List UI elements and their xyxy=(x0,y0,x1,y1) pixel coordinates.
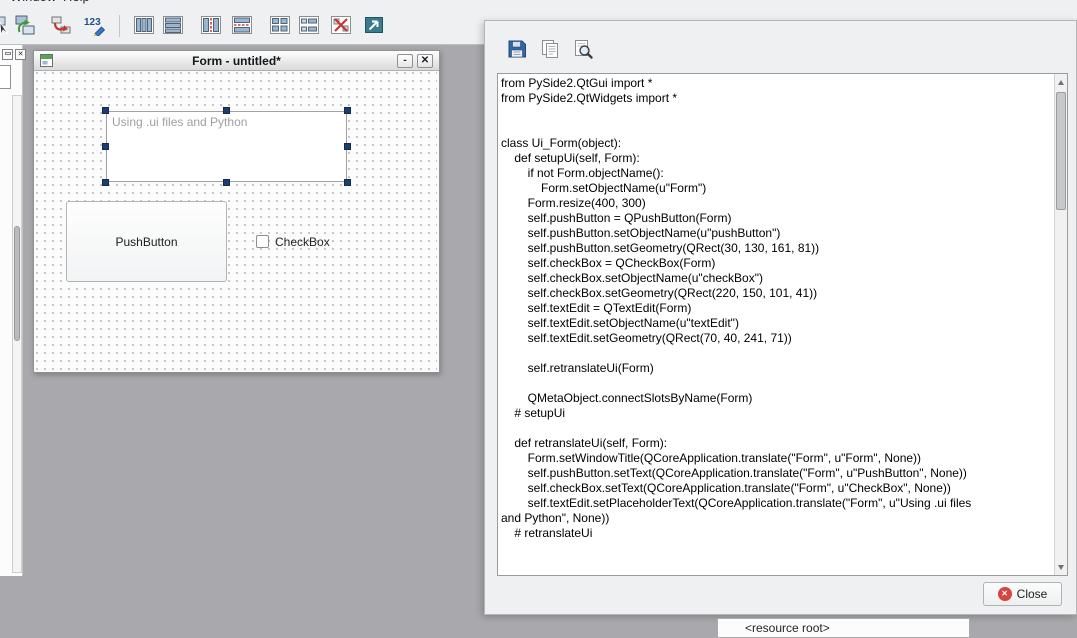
scroll-up-button[interactable] xyxy=(1055,75,1067,89)
widget-box-dock: ✕ xyxy=(0,45,23,576)
layout-vertically-button[interactable] xyxy=(160,12,186,38)
layout-grid-icon xyxy=(269,14,291,36)
find-in-code-button[interactable] xyxy=(569,35,597,63)
resize-handle-bottom-left[interactable] xyxy=(102,179,109,186)
widget-box-filter-input[interactable] xyxy=(0,65,11,89)
resize-handle-mid-left[interactable] xyxy=(102,143,109,150)
checkbox-widget[interactable]: CheckBox xyxy=(256,221,357,262)
svg-text:123: 123 xyxy=(84,17,101,28)
resource-browser-panel: <resource root> xyxy=(717,618,970,638)
form-editor-window: Form - untitled* - ✕ Using .ui files and… xyxy=(33,50,440,373)
resize-handle-bottom-center[interactable] xyxy=(223,179,230,186)
pushbutton-widget[interactable]: PushButton xyxy=(66,201,227,282)
form-close-button[interactable]: ✕ xyxy=(417,54,433,68)
edit-widgets-icon xyxy=(0,14,12,36)
edit-signals-slots-icon xyxy=(14,14,36,36)
checkbox-indicator[interactable] xyxy=(256,235,269,248)
layout-horizontally-button[interactable] xyxy=(131,12,157,38)
edit-buddies-button[interactable] xyxy=(48,12,74,38)
arrow-up-icon xyxy=(1058,80,1064,85)
copy-icon xyxy=(538,37,562,61)
resize-handle-mid-right[interactable] xyxy=(344,143,351,150)
adjust-size-icon xyxy=(363,14,385,36)
float-icon xyxy=(5,52,11,55)
resize-handle-top-left[interactable] xyxy=(102,107,109,114)
arrow-down-icon xyxy=(1058,565,1064,570)
save-code-button[interactable] xyxy=(503,35,531,63)
menu-window[interactable]: Window xyxy=(10,0,56,4)
dock-close-icon: ✕ xyxy=(18,51,24,58)
scrollbar-thumb[interactable] xyxy=(1056,92,1066,210)
checkbox-label: CheckBox xyxy=(275,235,330,249)
layout-vertically-icon xyxy=(162,14,184,36)
layout-form-icon xyxy=(298,14,320,36)
copy-all-button[interactable] xyxy=(536,35,564,63)
layout-horizontal-splitter-button[interactable] xyxy=(198,12,224,38)
widget-box-scrollbar[interactable] xyxy=(12,95,22,573)
form-minimize-button[interactable]: - xyxy=(397,54,413,68)
dock-close-button[interactable]: ✕ xyxy=(15,49,26,60)
code-scrollbar[interactable] xyxy=(1054,74,1067,575)
break-layout-button[interactable] xyxy=(328,12,354,38)
edit-tab-order-icon: 123 xyxy=(84,14,106,36)
layout-horizontal-splitter-icon xyxy=(200,14,222,36)
layout-form-button[interactable] xyxy=(296,12,322,38)
code-text: from PySide2.QtGui import * from PySide2… xyxy=(498,74,1054,575)
code-view[interactable]: from PySide2.QtGui import * from PySide2… xyxy=(497,73,1068,576)
resize-handle-top-right[interactable] xyxy=(344,107,351,114)
dock-float-button[interactable] xyxy=(2,49,13,60)
layout-grid-button[interactable] xyxy=(267,12,293,38)
resize-handle-top-center[interactable] xyxy=(223,107,230,114)
scroll-down-button[interactable] xyxy=(1055,560,1067,574)
close-button-label: Close xyxy=(1017,587,1048,601)
resize-handle-bottom-right[interactable] xyxy=(344,179,351,186)
textedit-widget-selected[interactable]: Using .ui files and Python xyxy=(106,111,347,182)
edit-buddies-icon xyxy=(50,14,72,36)
form-window-title: Form - untitled* xyxy=(34,54,439,68)
code-preview-dialog: from PySide2.QtGui import * from PySide2… xyxy=(484,20,1077,615)
form-canvas[interactable]: Using .ui files and Python PushButton Ch… xyxy=(36,71,437,370)
save-icon xyxy=(505,37,529,61)
adjust-size-button[interactable] xyxy=(361,12,387,38)
toolbar-separator xyxy=(119,15,120,37)
close-circle-icon: ✕ xyxy=(998,587,1012,601)
menu-help[interactable]: Help xyxy=(63,0,90,4)
edit-signals-slots-button[interactable] xyxy=(12,12,38,38)
scrollbar-thumb[interactable] xyxy=(14,226,20,341)
layout-vertical-splitter-icon xyxy=(231,14,253,36)
edit-tab-order-button[interactable]: 123 xyxy=(82,12,108,38)
close-button[interactable]: ✕ Close xyxy=(983,582,1062,606)
textedit-widget[interactable]: Using .ui files and Python xyxy=(106,111,347,182)
resource-root-item[interactable]: <resource root> xyxy=(745,621,830,635)
form-window-titlebar[interactable]: Form - untitled* - ✕ xyxy=(34,51,439,71)
layout-vertical-splitter-button[interactable] xyxy=(229,12,255,38)
break-layout-icon xyxy=(330,14,352,36)
find-icon xyxy=(571,37,595,61)
layout-horizontally-icon xyxy=(133,14,155,36)
